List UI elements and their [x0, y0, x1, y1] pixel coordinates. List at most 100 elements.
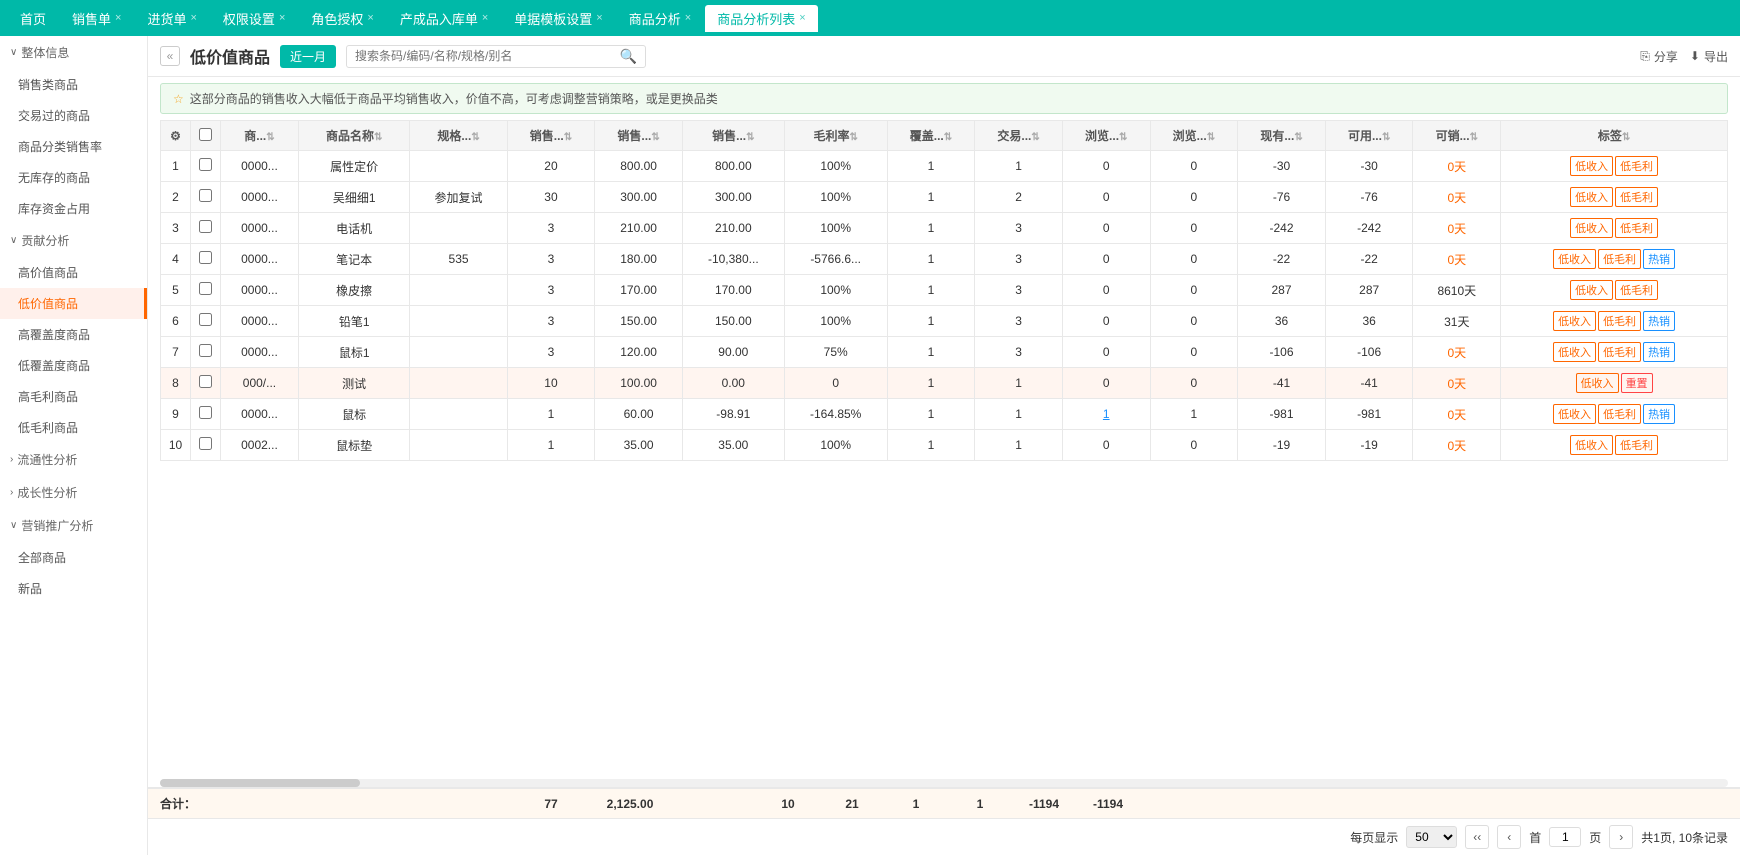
search-icon[interactable]: 🔍 — [620, 48, 637, 65]
page-number-input[interactable] — [1549, 827, 1581, 847]
cell-browse1: 0 — [1062, 337, 1150, 368]
cell-code: 0000... — [221, 213, 299, 244]
sidebar-item-stock-funds[interactable]: 库存资金占用 — [0, 193, 147, 224]
share-button[interactable]: ⎘ 分享 — [1640, 48, 1678, 65]
nav-sales[interactable]: 销售单 × — [60, 5, 133, 32]
row-checkbox[interactable] — [199, 406, 212, 419]
nav-purchase[interactable]: 进货单 × — [135, 5, 208, 32]
cell-days: 0天 — [1413, 430, 1501, 461]
tag: 低毛利 — [1598, 404, 1641, 424]
sidebar-group-overall[interactable]: ∨ 整体信息 — [0, 36, 147, 69]
cell-sale3: 210.00 — [682, 213, 784, 244]
row-checkbox[interactable] — [199, 282, 212, 295]
cell-name: 铅笔1 — [298, 306, 410, 337]
row-checkbox[interactable] — [199, 158, 212, 171]
cell-checkbox[interactable] — [191, 151, 221, 182]
cell-checkbox[interactable] — [191, 399, 221, 430]
cell-current: -30 — [1238, 151, 1326, 182]
tag: 热销 — [1643, 404, 1675, 424]
nav-roles[interactable]: 角色授权 × — [299, 5, 385, 32]
tag: 低收入 — [1553, 249, 1596, 269]
cell-sale2: 60.00 — [595, 399, 683, 430]
cell-browse2: 0 — [1150, 306, 1238, 337]
row-checkbox[interactable] — [199, 313, 212, 326]
table-row: 2 0000... 吴细细1 参加复试 30 300.00 300.00 100… — [161, 182, 1728, 213]
sidebar-item-all-goods[interactable]: 全部商品 — [0, 542, 147, 573]
sidebar-item-no-stock[interactable]: 无库存的商品 — [0, 162, 147, 193]
sidebar-item-high-coverage[interactable]: 高覆盖度商品 — [0, 319, 147, 350]
sidebar-item-new-goods[interactable]: 新品 — [0, 573, 147, 604]
page-size-label: 每页显示 — [1350, 829, 1398, 846]
nav-permissions[interactable]: 权限设置 × — [211, 5, 297, 32]
nav-close-roles[interactable]: × — [367, 12, 373, 24]
cell-margin: -164.85% — [784, 399, 887, 430]
cell-browse1: 0 — [1062, 368, 1150, 399]
tag: 低收入 — [1570, 218, 1613, 238]
cell-coverage: 1 — [887, 244, 975, 275]
sidebar-item-low-value[interactable]: 低价值商品 — [0, 288, 147, 319]
row-checkbox[interactable] — [199, 344, 212, 357]
nav-close-permissions[interactable]: × — [279, 12, 285, 24]
days-value: 0天 — [1447, 408, 1466, 422]
nav-close-purchase[interactable]: × — [190, 12, 196, 24]
sidebar-item-high-value[interactable]: 高价值商品 — [0, 257, 147, 288]
sidebar-group-contribution[interactable]: ∨ 贡献分析 — [0, 224, 147, 257]
nav-analysis-list[interactable]: 商品分析列表 × — [705, 5, 817, 32]
sidebar-group-growth[interactable]: › 成长性分析 — [0, 476, 147, 509]
sidebar-item-high-margin[interactable]: 高毛利商品 — [0, 381, 147, 412]
main-layout: ∨ 整体信息 销售类商品 交易过的商品 商品分类销售率 无库存的商品 库存资金占… — [0, 36, 1740, 855]
scrollbar-thumb[interactable] — [160, 779, 360, 787]
cell-checkbox[interactable] — [191, 306, 221, 337]
nav-templates[interactable]: 单据模板设置 × — [502, 5, 614, 32]
select-all-checkbox[interactable] — [199, 128, 212, 141]
cell-checkbox[interactable] — [191, 182, 221, 213]
row-checkbox[interactable] — [199, 375, 212, 388]
nav-analysis[interactable]: 商品分析 × — [617, 5, 703, 32]
tag: 低毛利 — [1615, 156, 1658, 176]
col-checkbox[interactable] — [191, 121, 221, 151]
link-cell[interactable]: 1 — [1103, 407, 1110, 421]
cell-checkbox[interactable] — [191, 337, 221, 368]
cell-checkbox[interactable] — [191, 368, 221, 399]
row-checkbox[interactable] — [199, 189, 212, 202]
prev-page-button[interactable]: ‹ — [1497, 825, 1521, 849]
search-input[interactable] — [355, 49, 620, 63]
row-checkbox[interactable] — [199, 251, 212, 264]
tag: 低收入 — [1570, 156, 1613, 176]
nav-close-templates[interactable]: × — [596, 12, 602, 24]
cell-sale3: 0.00 — [682, 368, 784, 399]
footer-label: 合计： — [160, 795, 196, 812]
nav-close-analysis[interactable]: × — [685, 12, 691, 24]
date-filter-button[interactable]: 近一月 — [280, 45, 336, 68]
nav-home[interactable]: 首页 — [8, 5, 58, 32]
cell-name: 橡皮擦 — [298, 275, 410, 306]
nav-close-analysis-list[interactable]: × — [799, 12, 805, 24]
footer-trade: 21 — [822, 797, 882, 811]
page-size-select[interactable]: 50 100 200 — [1406, 826, 1457, 848]
cell-checkbox[interactable] — [191, 430, 221, 461]
sidebar-item-sales-goods[interactable]: 销售类商品 — [0, 69, 147, 100]
cell-trade: 1 — [975, 151, 1063, 182]
col-settings[interactable]: ⚙ — [161, 121, 191, 151]
table-wrapper[interactable]: ⚙ 商...⇅ 商品名称⇅ 规格...⇅ 销售...⇅ 销售...⇅ 销售...… — [148, 120, 1740, 779]
row-checkbox[interactable] — [199, 220, 212, 233]
sidebar-item-low-coverage[interactable]: 低覆盖度商品 — [0, 350, 147, 381]
sidebar-item-category-rate[interactable]: 商品分类销售率 — [0, 131, 147, 162]
row-checkbox[interactable] — [199, 437, 212, 450]
first-page-button[interactable]: ‹‹ — [1465, 825, 1489, 849]
cell-checkbox[interactable] — [191, 275, 221, 306]
collapse-button[interactable]: « — [160, 46, 180, 66]
sidebar-group-circulation[interactable]: › 流通性分析 — [0, 443, 147, 476]
scrollbar-area[interactable] — [160, 779, 1728, 787]
next-page-button[interactable]: › — [1609, 825, 1633, 849]
nav-products[interactable]: 产成品入库单 × — [388, 5, 500, 32]
sidebar-item-low-margin[interactable]: 低毛利商品 — [0, 412, 147, 443]
export-button[interactable]: ⬇ 导出 — [1690, 48, 1728, 65]
nav-close-sales[interactable]: × — [115, 12, 121, 24]
cell-index: 6 — [161, 306, 191, 337]
sidebar-group-marketing[interactable]: ∨ 营销推广分析 — [0, 509, 147, 542]
sidebar-item-traded-goods[interactable]: 交易过的商品 — [0, 100, 147, 131]
cell-checkbox[interactable] — [191, 244, 221, 275]
nav-close-products[interactable]: × — [482, 12, 488, 24]
cell-checkbox[interactable] — [191, 213, 221, 244]
